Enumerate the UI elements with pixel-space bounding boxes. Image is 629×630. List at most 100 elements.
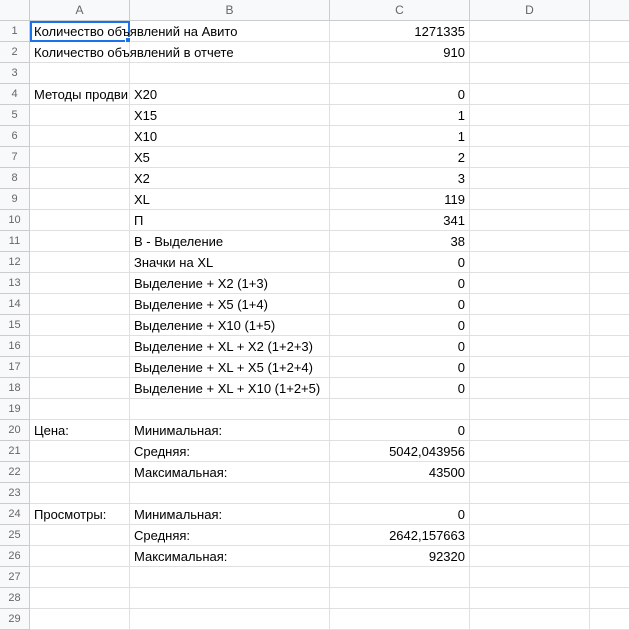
cell-D18[interactable]: [470, 378, 590, 399]
cell-E22[interactable]: [590, 462, 629, 483]
cell-C1[interactable]: 1271335: [330, 21, 470, 42]
row-header-25[interactable]: 25: [0, 525, 30, 546]
cell-E6[interactable]: [590, 126, 629, 147]
row-header-27[interactable]: 27: [0, 567, 30, 588]
cell-D7[interactable]: [470, 147, 590, 168]
cell-D26[interactable]: [470, 546, 590, 567]
column-header-A[interactable]: A: [30, 0, 130, 21]
cell-D11[interactable]: [470, 231, 590, 252]
cell-C3[interactable]: [330, 63, 470, 84]
cell-E18[interactable]: [590, 378, 629, 399]
cell-E8[interactable]: [590, 168, 629, 189]
cell-A21[interactable]: [30, 441, 130, 462]
row-header-10[interactable]: 10: [0, 210, 30, 231]
cell-C24[interactable]: 0: [330, 504, 470, 525]
cell-D29[interactable]: [470, 609, 590, 630]
cell-C25[interactable]: 2642,157663: [330, 525, 470, 546]
row-header-17[interactable]: 17: [0, 357, 30, 378]
cell-A27[interactable]: [30, 567, 130, 588]
cell-B16[interactable]: Выделение + XL + X2 (1+2+3): [130, 336, 330, 357]
cell-D5[interactable]: [470, 105, 590, 126]
cell-B22[interactable]: Максимальная:: [130, 462, 330, 483]
cell-A10[interactable]: [30, 210, 130, 231]
row-header-26[interactable]: 26: [0, 546, 30, 567]
row-header-22[interactable]: 22: [0, 462, 30, 483]
cell-E15[interactable]: [590, 315, 629, 336]
cell-B4[interactable]: X20: [130, 84, 330, 105]
cell-A28[interactable]: [30, 588, 130, 609]
cell-E12[interactable]: [590, 252, 629, 273]
cell-A1[interactable]: Количество объявлений на Авито: [30, 21, 130, 42]
cell-A19[interactable]: [30, 399, 130, 420]
cell-E10[interactable]: [590, 210, 629, 231]
row-header-5[interactable]: 5: [0, 105, 30, 126]
cell-C9[interactable]: 119: [330, 189, 470, 210]
cell-C27[interactable]: [330, 567, 470, 588]
cell-A25[interactable]: [30, 525, 130, 546]
cell-E2[interactable]: [590, 42, 629, 63]
cell-A20[interactable]: Цена:: [30, 420, 130, 441]
cell-D1[interactable]: [470, 21, 590, 42]
cell-D25[interactable]: [470, 525, 590, 546]
cell-D3[interactable]: [470, 63, 590, 84]
cell-E16[interactable]: [590, 336, 629, 357]
cell-B13[interactable]: Выделение + X2 (1+3): [130, 273, 330, 294]
cell-A4[interactable]: Методы продви: [30, 84, 130, 105]
cell-A11[interactable]: [30, 231, 130, 252]
cell-C4[interactable]: 0: [330, 84, 470, 105]
column-header-B[interactable]: B: [130, 0, 330, 21]
cell-A16[interactable]: [30, 336, 130, 357]
cell-C5[interactable]: 1: [330, 105, 470, 126]
row-header-20[interactable]: 20: [0, 420, 30, 441]
cell-E7[interactable]: [590, 147, 629, 168]
cell-E23[interactable]: [590, 483, 629, 504]
cell-E29[interactable]: [590, 609, 629, 630]
cell-B6[interactable]: X10: [130, 126, 330, 147]
cell-B12[interactable]: Значки на XL: [130, 252, 330, 273]
cell-D8[interactable]: [470, 168, 590, 189]
cell-D9[interactable]: [470, 189, 590, 210]
row-header-14[interactable]: 14: [0, 294, 30, 315]
cell-C7[interactable]: 2: [330, 147, 470, 168]
cell-D13[interactable]: [470, 273, 590, 294]
column-header-extra[interactable]: [590, 0, 629, 21]
cell-A29[interactable]: [30, 609, 130, 630]
row-header-8[interactable]: 8: [0, 168, 30, 189]
row-header-2[interactable]: 2: [0, 42, 30, 63]
row-header-24[interactable]: 24: [0, 504, 30, 525]
cell-A26[interactable]: [30, 546, 130, 567]
cell-D28[interactable]: [470, 588, 590, 609]
row-header-1[interactable]: 1: [0, 21, 30, 42]
spreadsheet-grid[interactable]: ABCD1Количество объявлений на Авито12713…: [0, 0, 629, 630]
cell-C11[interactable]: 38: [330, 231, 470, 252]
cell-A17[interactable]: [30, 357, 130, 378]
cell-E26[interactable]: [590, 546, 629, 567]
cell-B23[interactable]: [130, 483, 330, 504]
cell-D20[interactable]: [470, 420, 590, 441]
cell-B14[interactable]: Выделение + X5 (1+4): [130, 294, 330, 315]
cell-C21[interactable]: 5042,043956: [330, 441, 470, 462]
row-header-13[interactable]: 13: [0, 273, 30, 294]
cell-B19[interactable]: [130, 399, 330, 420]
cell-D23[interactable]: [470, 483, 590, 504]
cell-E11[interactable]: [590, 231, 629, 252]
row-header-19[interactable]: 19: [0, 399, 30, 420]
row-header-9[interactable]: 9: [0, 189, 30, 210]
cell-C23[interactable]: [330, 483, 470, 504]
cell-A24[interactable]: Просмотры:: [30, 504, 130, 525]
cell-A18[interactable]: [30, 378, 130, 399]
cell-A7[interactable]: [30, 147, 130, 168]
cell-B24[interactable]: Минимальная:: [130, 504, 330, 525]
cell-A8[interactable]: [30, 168, 130, 189]
cell-A14[interactable]: [30, 294, 130, 315]
cell-A13[interactable]: [30, 273, 130, 294]
cell-E9[interactable]: [590, 189, 629, 210]
cell-A2[interactable]: Количество объявлений в отчете: [30, 42, 130, 63]
row-header-16[interactable]: 16: [0, 336, 30, 357]
cell-C13[interactable]: 0: [330, 273, 470, 294]
cell-B21[interactable]: Средняя:: [130, 441, 330, 462]
cell-A3[interactable]: [30, 63, 130, 84]
cell-E21[interactable]: [590, 441, 629, 462]
cell-C16[interactable]: 0: [330, 336, 470, 357]
corner-cell[interactable]: [0, 0, 30, 21]
